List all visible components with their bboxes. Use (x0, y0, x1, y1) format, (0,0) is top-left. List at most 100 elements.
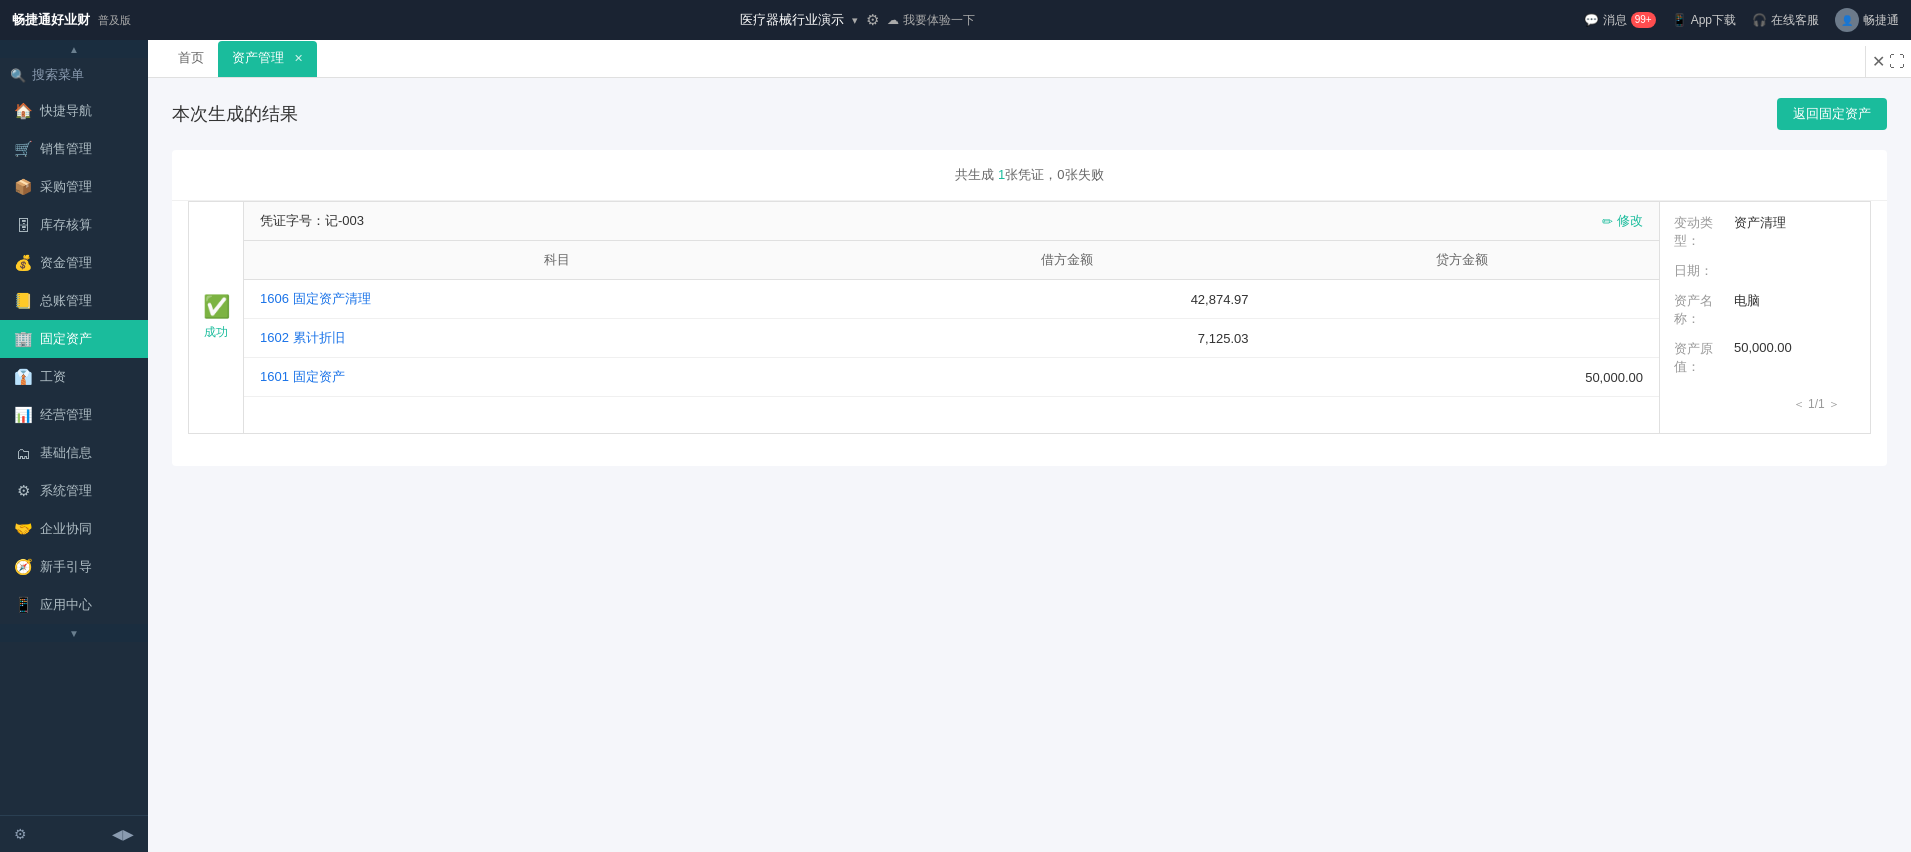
result-summary: 共生成 1张凭证，0张失败 (172, 150, 1887, 201)
debit-cell: 7,125.03 (870, 319, 1265, 358)
settings-footer-icon[interactable]: ⚙ (14, 826, 27, 842)
sidebar-scroll-up[interactable]: ▲ (0, 40, 148, 58)
asset-name-value: 电脑 (1734, 292, 1760, 328)
sidebar-item-fixed-assets[interactable]: 🏢 固定资产 (0, 320, 148, 358)
experience-button[interactable]: ☁ 我要体验一下 (887, 12, 975, 29)
original-value-label: 资产原值： (1674, 340, 1734, 376)
search-icon: 🔍 (10, 68, 26, 83)
sidebar-item-system[interactable]: ⚙ 系统管理 (0, 472, 148, 510)
headset-icon: 🎧 (1752, 13, 1767, 27)
credit-cell (1264, 280, 1659, 319)
status-side: ✅ 成功 (189, 202, 244, 433)
col-subject: 科目 (244, 241, 870, 280)
sidebar-search[interactable]: 🔍 搜索菜单 (0, 58, 148, 92)
debit-cell (870, 358, 1265, 397)
collapse-sidebar-icon[interactable]: ◀▶ (112, 826, 134, 842)
side-info-date: 日期： (1674, 262, 1856, 280)
app-center-icon: 📱 (14, 596, 32, 614)
home-icon: 🏠 (14, 102, 32, 120)
return-fixed-assets-button[interactable]: 返回固定资产 (1777, 98, 1887, 130)
sidebar-item-operations[interactable]: 📊 经营管理 (0, 396, 148, 434)
app-download-action[interactable]: 📱 App下载 (1672, 12, 1736, 29)
page-content: 本次生成的结果 返回固定资产 共生成 1张凭证，0张失败 ✅ 成功 (148, 78, 1911, 852)
close-panel-button[interactable]: ✕ (1872, 52, 1885, 71)
message-icon: 💬 (1584, 13, 1599, 27)
tab-asset-management[interactable]: 资产管理 ✕ (218, 41, 317, 77)
sidebar-item-quick-nav[interactable]: 🏠 快捷导航 (0, 92, 148, 130)
logo-area: 畅捷通好业财 普及版 (12, 11, 131, 29)
sidebar-item-enterprise[interactable]: 🤝 企业协同 (0, 510, 148, 548)
page-header: 本次生成的结果 返回固定资产 (172, 98, 1887, 130)
table-row: 1602 累计折旧 7,125.03 (244, 319, 1659, 358)
panel-actions: ✕ ⛶ (1865, 46, 1911, 78)
phone-icon: 📱 (1672, 13, 1687, 27)
voucher-table-side: 凭证字号：记-003 ✏ 修改 科目 借方金额 (244, 202, 1660, 433)
sidebar: ▲ 🔍 搜索菜单 🏠 快捷导航 🛒 销售管理 📦 采购管理 🗄 库存核算 💰 资… (0, 40, 148, 852)
sidebar-item-purchase[interactable]: 📦 采购管理 (0, 168, 148, 206)
tab-home[interactable]: 首页 (164, 41, 218, 77)
change-type-value: 资产清理 (1734, 214, 1786, 250)
sidebar-item-finance[interactable]: 💰 资金管理 (0, 244, 148, 282)
edit-button[interactable]: ✏ 修改 (1602, 212, 1643, 230)
table-row: 1601 固定资产 50,000.00 (244, 358, 1659, 397)
sidebar-item-guide[interactable]: 🧭 新手引导 (0, 548, 148, 586)
edit-icon: ✏ (1602, 214, 1613, 229)
basic-info-icon: 🗂 (14, 445, 32, 462)
header-center: 医疗器械行业演示 ▾ ⚙ ☁ 我要体验一下 (740, 11, 975, 29)
voucher-table: 科目 借方金额 贷方金额 1606 固定资产清理 42,874.97 (244, 241, 1659, 397)
fixed-assets-icon: 🏢 (14, 330, 32, 348)
avatar: 👤 (1835, 8, 1859, 32)
side-info-original-value: 资产原值： 50,000.00 (1674, 340, 1856, 376)
side-info-asset-name: 资产名称： 电脑 (1674, 292, 1856, 328)
sidebar-scroll-down[interactable]: ▼ (0, 624, 148, 642)
company-dropdown-icon[interactable]: ▾ (852, 14, 858, 27)
subject-cell: 1606 固定资产清理 (244, 280, 870, 319)
info-side-panel: 变动类型： 资产清理 日期： 资产名称： 电脑 资产原值： (1660, 202, 1870, 433)
sidebar-item-basic-info[interactable]: 🗂 基础信息 (0, 434, 148, 472)
header-right: 💬 消息 99+ 📱 App下载 🎧 在线客服 👤 畅捷通 (1584, 8, 1899, 32)
tab-close-icon[interactable]: ✕ (294, 52, 303, 64)
online-service-action[interactable]: 🎧 在线客服 (1752, 12, 1819, 29)
col-debit: 借方金额 (870, 241, 1265, 280)
page-info: 1/1 (1808, 397, 1828, 411)
sidebar-item-inventory[interactable]: 🗄 库存核算 (0, 206, 148, 244)
table-row: 1606 固定资产清理 42,874.97 (244, 280, 1659, 319)
cloud-icon: ☁ (887, 13, 899, 27)
message-badge: 99+ (1631, 12, 1656, 28)
result-container: 共生成 1张凭证，0张失败 ✅ 成功 凭证字号：记-003 (172, 150, 1887, 466)
payroll-icon: 👔 (14, 368, 32, 386)
ledger-icon: 📒 (14, 292, 32, 310)
prev-page-icon[interactable]: ＜ (1793, 397, 1805, 411)
original-value-value: 50,000.00 (1734, 340, 1792, 376)
pagination: ＜ 1/1 ＞ (1674, 388, 1856, 421)
voucher-number: 凭证字号：记-003 (260, 212, 364, 230)
user-profile-action[interactable]: 👤 畅捷通 (1835, 8, 1899, 32)
voucher-header-row: 凭证字号：记-003 ✏ 修改 (244, 202, 1659, 241)
side-info-change-type: 变动类型： 资产清理 (1674, 214, 1856, 250)
change-type-label: 变动类型： (1674, 214, 1734, 250)
sidebar-item-payroll[interactable]: 👔 工资 (0, 358, 148, 396)
header-settings-icon[interactable]: ⚙ (866, 11, 879, 29)
subject-cell: 1602 累计折旧 (244, 319, 870, 358)
debit-cell: 42,874.97 (870, 280, 1265, 319)
operations-icon: 📊 (14, 406, 32, 424)
date-label: 日期： (1674, 262, 1734, 280)
app-logo: 畅捷通好业财 (12, 11, 90, 29)
purchase-icon: 📦 (14, 178, 32, 196)
sales-icon: 🛒 (14, 140, 32, 158)
enterprise-icon: 🤝 (14, 520, 32, 538)
sidebar-item-app-center[interactable]: 📱 应用中心 (0, 586, 148, 624)
finance-icon: 💰 (14, 254, 32, 272)
success-label: 成功 (204, 324, 228, 341)
next-page-icon[interactable]: ＞ (1828, 397, 1840, 411)
expand-panel-button[interactable]: ⛶ (1889, 52, 1905, 71)
company-name: 医疗器械行业演示 (740, 11, 844, 29)
page-title: 本次生成的结果 (172, 102, 298, 126)
sidebar-item-sales[interactable]: 🛒 销售管理 (0, 130, 148, 168)
system-icon: ⚙ (14, 482, 32, 500)
sidebar-item-ledger[interactable]: 📒 总账管理 (0, 282, 148, 320)
sidebar-footer: ⚙ ◀▶ (0, 815, 148, 852)
messages-action[interactable]: 💬 消息 99+ (1584, 12, 1656, 29)
voucher-count: 1 (998, 167, 1005, 182)
asset-name-label: 资产名称： (1674, 292, 1734, 328)
